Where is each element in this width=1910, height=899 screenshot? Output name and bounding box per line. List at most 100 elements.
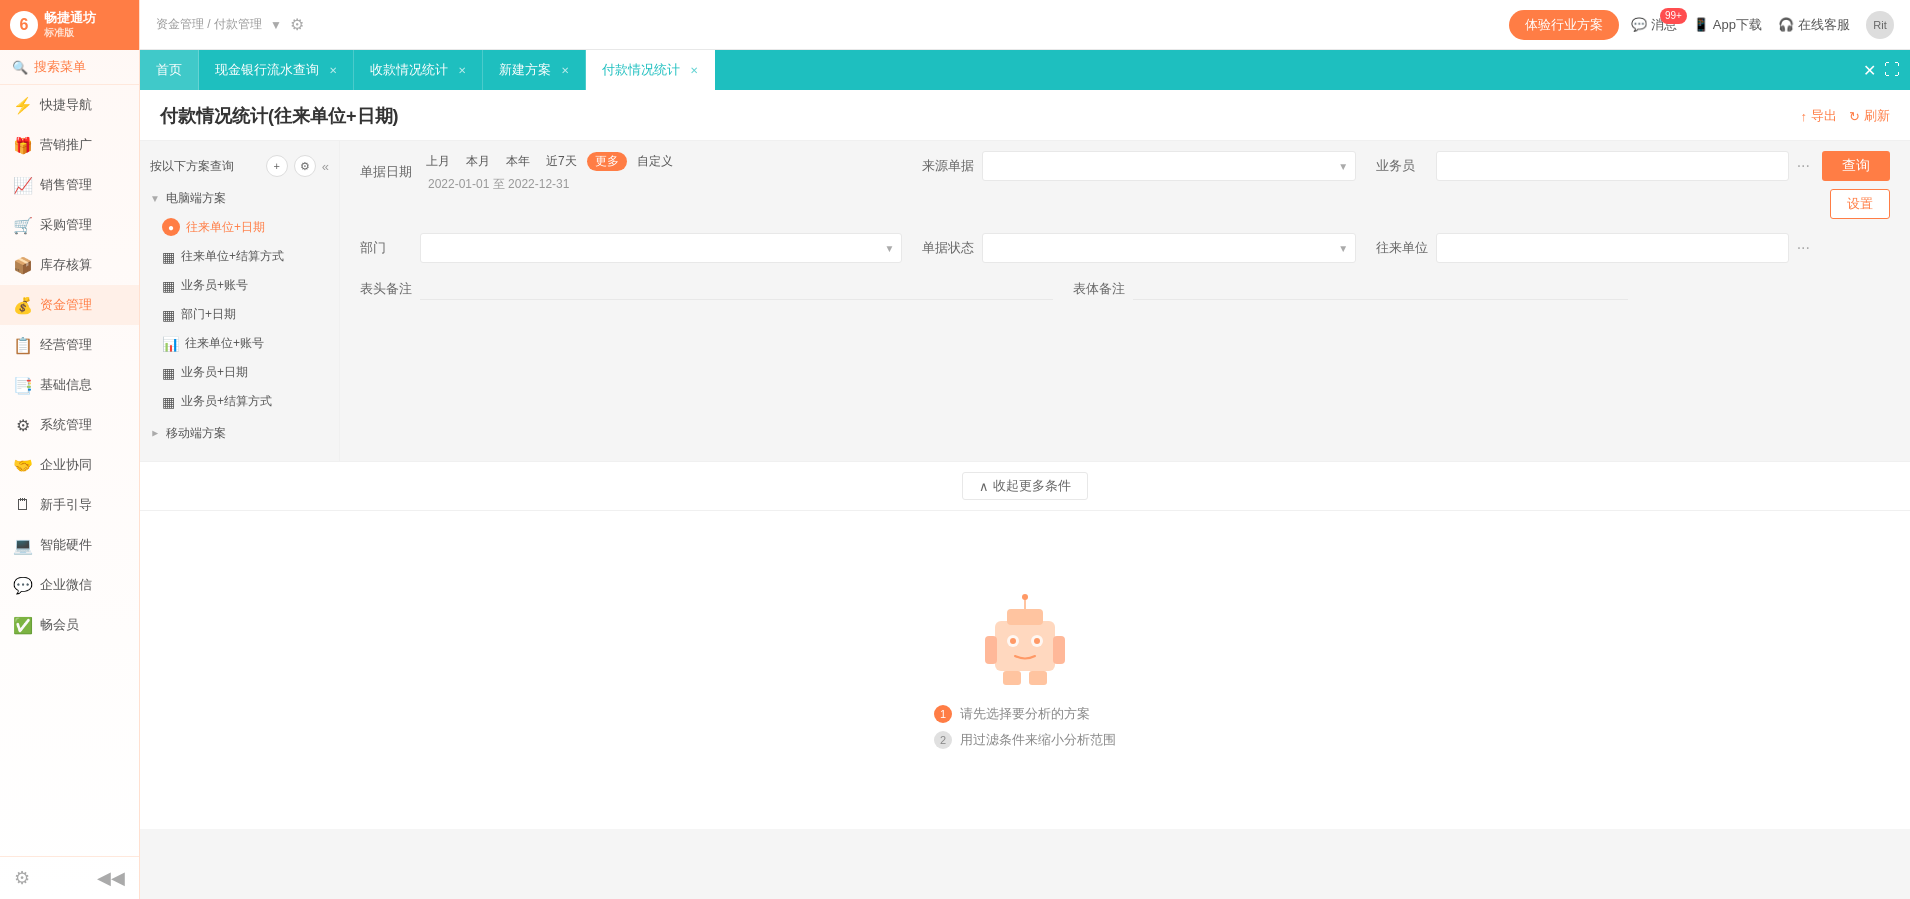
svg-rect-4 [1003,671,1021,685]
sidebar-item-collab[interactable]: 🤝企业协同 [0,445,139,485]
scheme-item-unit-date[interactable]: ● 往来单位+日期 [140,212,339,242]
scheme-item-grid-icon-3: ▦ [162,307,175,323]
sidebar-item-weixin[interactable]: 💬企业微信 [0,565,139,605]
sidebar-item-sales[interactable]: 📈销售管理 [0,165,139,205]
tab-new-scheme[interactable]: 新建方案 ✕ [483,50,586,90]
scheme-item-staff-settlement[interactable]: ▦ 业务员+结算方式 [140,387,339,416]
related-unit-field: 往来单位 ··· [1376,233,1810,263]
vip-icon: ✅ [14,616,32,634]
date-btn-custom[interactable]: 自定义 [631,151,679,172]
date-btn-more[interactable]: 更多 [587,152,627,171]
tip-text-2: 用过滤条件来缩小分析范围 [960,731,1116,749]
search-menu[interactable]: 🔍 搜索菜单 [0,50,139,85]
date-btn-7days[interactable]: 近7天 [540,151,583,172]
scheme-add-btn[interactable]: + [266,155,288,177]
filter-row-3: 表头备注 表体备注 [360,277,1890,300]
new-scheme-tab-close[interactable]: ✕ [561,65,569,76]
tab-payment-stats[interactable]: 收款情况统计 ✕ [354,50,483,90]
basic-icon: 📑 [14,376,32,394]
finance-icon: 💰 [14,296,32,314]
single-status-select[interactable] [982,233,1356,263]
scheme-item-grid-icon-4: ▦ [162,365,175,381]
tab-bank-flow[interactable]: 现金银行流水查询 ✕ [199,50,354,90]
sidebar-item-basic[interactable]: 📑基础信息 [0,365,139,405]
sidebar-item-inventory[interactable]: 📦库存核算 [0,245,139,285]
refresh-button[interactable]: ↻ 刷新 [1849,107,1890,125]
scheme-item-unit-settlement[interactable]: ▦ 往来单位+结算方式 [140,242,339,271]
dept-select[interactable] [420,233,902,263]
settings-icon[interactable]: ⚙ [290,15,304,34]
date-btn-this-year[interactable]: 本年 [500,151,536,172]
staff-field: 业务员 ··· [1376,151,1810,181]
tab-expand-icon[interactable]: ⛶ [1884,61,1900,79]
trial-button[interactable]: 体验行业方案 [1509,10,1619,40]
scheme-panel: 按以下方案查询 + ⚙ « ▼ 电脑端方案 ● [140,141,340,461]
svg-rect-1 [1007,609,1043,625]
dept-label: 部门 [360,239,420,257]
body-remark-label: 表体备注 [1073,280,1133,298]
sidebar-item-vip[interactable]: ✅ 畅会员 [0,605,139,645]
scheme-group-mobile-header[interactable]: ▼ 移动端方案 [140,420,339,447]
tab-bar: 首页 现金银行流水查询 ✕ 收款情况统计 ✕ 新建方案 ✕ 付款情况统计 ✕ ✕… [140,50,1910,90]
sidebar-footer: ⚙ ◀◀ [0,856,139,899]
new-scheme-tab-label: 新建方案 [499,61,551,79]
sidebar-item-purchase[interactable]: 🛒采购管理 [0,205,139,245]
scheme-item-staff-date[interactable]: ▦ 业务员+日期 [140,358,339,387]
bank-flow-tab-close[interactable]: ✕ [329,65,337,76]
scheme-group-desktop-header[interactable]: ▼ 电脑端方案 [140,185,339,212]
header-remark-input[interactable] [420,277,1053,300]
source-single-field: 来源单据 ▼ [922,151,1356,181]
user-avatar[interactable]: Rit [1866,11,1894,39]
settings-footer-icon[interactable]: ⚙ [14,867,30,889]
query-button[interactable]: 查询 [1822,151,1890,181]
home-tab-label: 首页 [156,61,182,79]
related-unit-input[interactable] [1436,233,1789,263]
empty-tips: 1 请先选择要分析的方案 2 用过滤条件来缩小分析范围 [934,705,1116,749]
scheme-item-dept-date[interactable]: ▦ 部门+日期 [140,300,339,329]
hardware-icon: 💻 [14,536,32,554]
payment-stats-tab-close[interactable]: ✕ [458,65,466,76]
source-single-select[interactable] [982,151,1356,181]
sidebar-item-quick-nav[interactable]: ⚡快捷导航 [0,85,139,125]
related-unit-dots[interactable]: ··· [1797,239,1810,257]
dept-field: 部门 ▼ [360,233,902,263]
page-title: 付款情况统计(往来单位+日期) [160,104,399,128]
body-remark-input[interactable] [1133,277,1628,300]
staff-label: 业务员 [1376,157,1436,175]
notifications-item[interactable]: 💬 消息 99+ [1631,16,1677,34]
main-content: 资金管理 / 付款管理 ▼ ⚙ 体验行业方案 💬 消息 99+ 📱 App下载 … [140,0,1910,899]
sidebar-item-system[interactable]: ⚙系统管理 [0,405,139,445]
payment-detail-tab-close[interactable]: ✕ [690,65,698,76]
tab-home[interactable]: 首页 [140,50,199,90]
staff-input[interactable] [1436,151,1789,181]
collapse-conditions-btn[interactable]: ∧ 收起更多条件 [962,472,1088,500]
export-button[interactable]: ↑ 导出 [1801,107,1838,125]
collapse-sidebar-icon[interactable]: ◀◀ [97,867,125,889]
scheme-item-staff-account[interactable]: ▦ 业务员+账号 [140,271,339,300]
settings-button[interactable]: 设置 [1830,189,1890,219]
vip-label: 畅会员 [40,616,79,634]
sidebar-logo: 6 畅捷通坊 标准版 [0,0,139,50]
online-service-item[interactable]: 🎧 在线客服 [1778,16,1850,34]
breadcrumb-dropdown-icon[interactable]: ▼ [270,18,282,32]
sidebar-item-operation[interactable]: 📋经营管理 [0,325,139,365]
scheme-settings-btn[interactable]: ⚙ [294,155,316,177]
marketing-label: 营销推广 [40,136,92,154]
staff-dots[interactable]: ··· [1797,157,1810,175]
app-download-item[interactable]: 📱 App下载 [1693,16,1762,34]
date-btn-last-month[interactable]: 上月 [420,151,456,172]
tab-payment-detail[interactable]: 付款情况统计 ✕ [586,50,715,90]
sidebar-item-finance[interactable]: 💰资金管理 [0,285,139,325]
sidebar-item-guide[interactable]: 🗒新手引导 [0,485,139,525]
sidebar-item-marketing[interactable]: 🎁营销推广 [0,125,139,165]
notification-badge: 99+ [1660,8,1687,24]
logo-sub: 标准版 [44,26,96,40]
scheme-item-unit-account[interactable]: 📊 往来单位+账号 [140,329,339,358]
tab-close-all-icon[interactable]: ✕ [1863,61,1876,80]
date-btn-this-month[interactable]: 本月 [460,151,496,172]
app-icon: 📱 [1693,17,1709,32]
operation-icon: 📋 [14,336,32,354]
scheme-collapse-btn[interactable]: « [322,159,329,174]
sidebar-nav: ⚡快捷导航🎁营销推广📈销售管理🛒采购管理📦库存核算💰资金管理📋经营管理📑基础信息… [0,85,139,856]
sidebar-item-hardware[interactable]: 💻智能硬件 [0,525,139,565]
